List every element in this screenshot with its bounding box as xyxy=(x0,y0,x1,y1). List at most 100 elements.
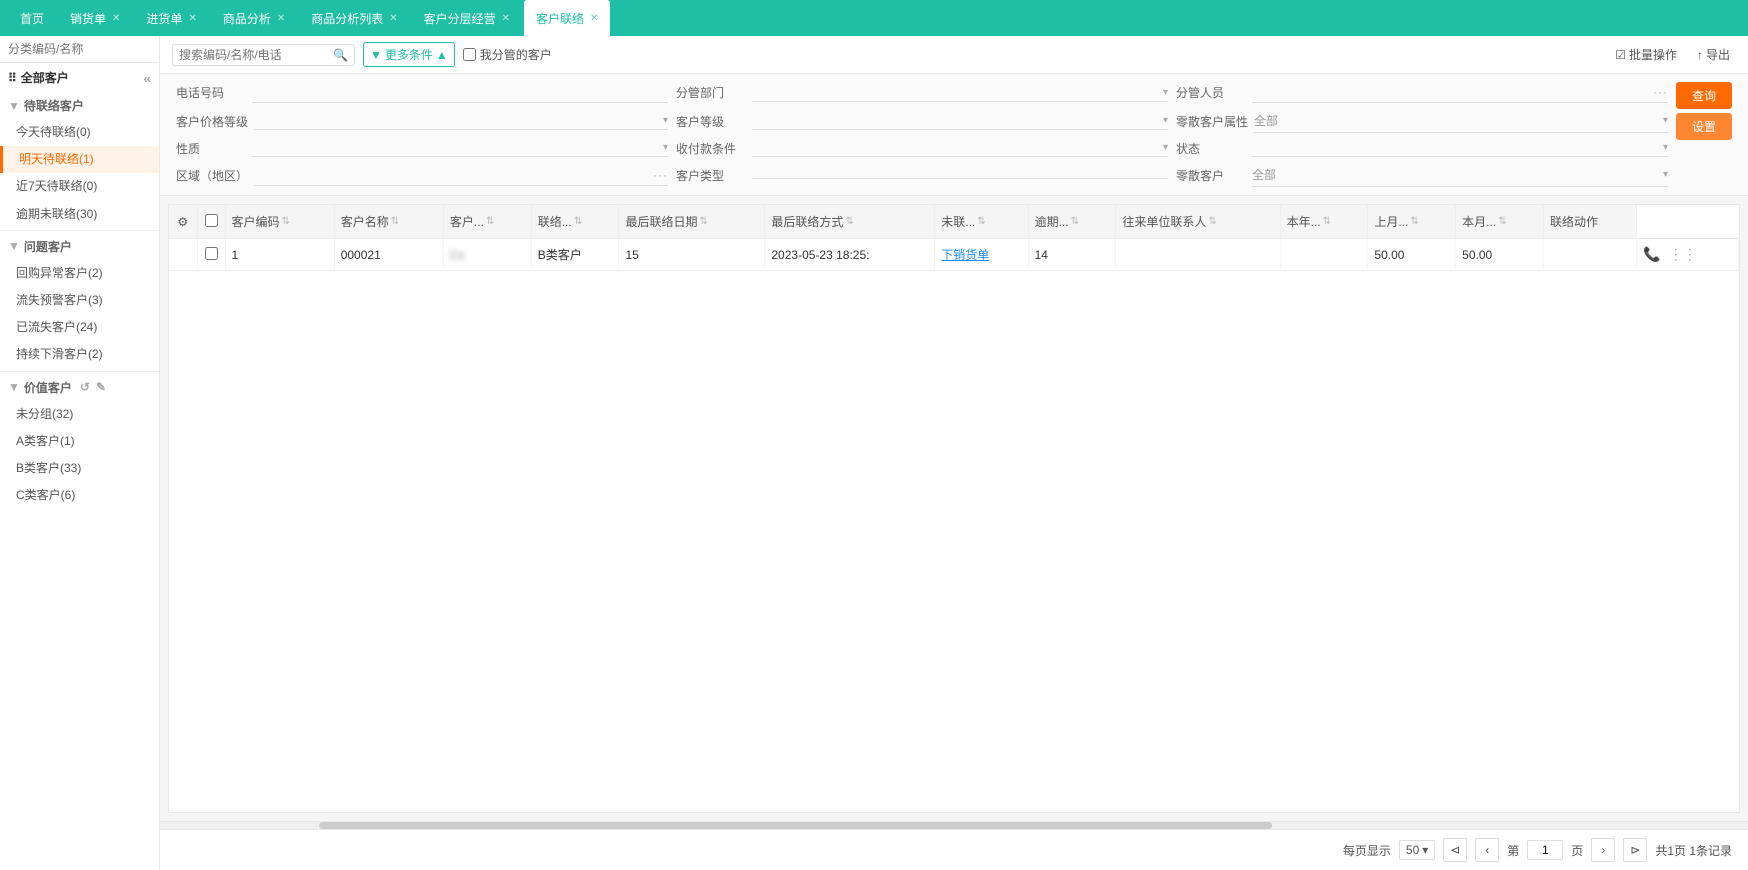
my-customers-checkbox[interactable] xyxy=(463,48,476,61)
refresh-icon[interactable]: ↺ xyxy=(80,380,90,394)
sidebar-item-repurchase-abnormal[interactable]: 回购异常客户(2) xyxy=(0,260,159,287)
nav-home[interactable]: 首页 xyxy=(8,0,56,36)
sidebar-item-a-class[interactable]: A类客户(1) xyxy=(0,428,159,455)
sidebar-item-overdue[interactable]: 逾期未联络(30) xyxy=(0,201,159,228)
customer-level-chevron-icon: ▾ xyxy=(1163,115,1168,126)
price-level-select[interactable]: ▾ xyxy=(254,112,668,130)
th-name: 客户名称 ⇅ xyxy=(334,205,443,239)
person-select[interactable]: ··· xyxy=(1252,82,1668,103)
nav-purchase[interactable]: 进货单 ✕ xyxy=(134,0,208,36)
retail-customer-label: 零散客户 xyxy=(1176,167,1246,184)
tomorrow-pending-label: 明天待联络(1) xyxy=(19,152,94,166)
filter-phone: 电话号码 xyxy=(176,82,668,103)
phone-input[interactable] xyxy=(252,82,668,103)
ungrouped-label: 未分组(32) xyxy=(16,407,73,421)
sidebar-item-churn-warning[interactable]: 流失预警客户(3) xyxy=(0,287,159,314)
th-settings[interactable]: ⚙ xyxy=(169,205,197,239)
problem-arrow-icon: ▼ xyxy=(8,239,20,253)
sort-this-month[interactable]: 本月... ⇅ xyxy=(1462,213,1537,230)
select-all-checkbox[interactable] xyxy=(205,214,218,227)
search-icon[interactable]: 🔍 xyxy=(333,48,348,62)
edit-icon[interactable]: ✎ xyxy=(96,380,106,394)
nature-select[interactable]: ▾ xyxy=(252,139,668,157)
row-last-contact-method[interactable]: 下销货单 xyxy=(941,248,989,262)
customer-type-select[interactable] xyxy=(752,172,1168,179)
value-section-label: 价值客户 xyxy=(24,379,72,396)
query-button[interactable]: 查询 xyxy=(1676,82,1732,109)
sidebar-item-ungrouped[interactable]: 未分组(32) xyxy=(0,401,159,428)
reset-button[interactable]: 设置 xyxy=(1676,113,1732,140)
region-select[interactable]: ··· xyxy=(254,165,668,186)
sidebar-item-7days[interactable]: 近7天待联络(0) xyxy=(0,173,159,200)
churn-warning-label: 流失预警客户(3) xyxy=(16,293,103,307)
sort-overdue[interactable]: 逾期... ⇅ xyxy=(1035,213,1110,230)
next-page-btn[interactable]: › xyxy=(1591,838,1615,862)
row-this-year: 50.00 xyxy=(1374,248,1404,262)
dept-select[interactable]: ▾ xyxy=(752,84,1168,102)
th-contact-label: 联络... xyxy=(538,213,572,230)
retail-customer-select[interactable]: 全部 ▾ xyxy=(1252,163,1668,187)
last-page-btn[interactable]: ⊳ xyxy=(1623,838,1647,862)
nav-product-analysis-list[interactable]: 商品分析列表 ✕ xyxy=(299,0,409,36)
th-no-contact-label: 未联... xyxy=(941,213,975,230)
person-dots-icon: ··· xyxy=(1653,85,1668,99)
payment-select[interactable]: ▾ xyxy=(752,139,1168,157)
phone-action-icon[interactable]: 📞 xyxy=(1643,246,1660,263)
nav-product-analysis-close[interactable]: ✕ xyxy=(277,13,285,24)
nav-customer-contact[interactable]: 客户联络 ✕ xyxy=(524,0,610,36)
sidebar-item-c-class[interactable]: C类客户(6) xyxy=(0,482,159,509)
status-select[interactable]: ▾ xyxy=(1252,139,1668,157)
nav-purchase-close[interactable]: ✕ xyxy=(188,13,196,24)
sidebar-item-today[interactable]: 今天待联络(0) xyxy=(0,119,159,146)
sidebar-item-b-class[interactable]: B类客户(33) xyxy=(0,455,159,482)
menu-action-icon[interactable]: ⋮⋮ xyxy=(1669,246,1697,263)
nav-customer-contact-close[interactable]: ✕ xyxy=(590,13,598,24)
sort-last-month[interactable]: 上月... ⇅ xyxy=(1374,213,1449,230)
nav-sales[interactable]: 销货单 ✕ xyxy=(58,0,132,36)
horizontal-scrollbar[interactable] xyxy=(160,821,1748,829)
nav-product-analysis[interactable]: 商品分析 ✕ xyxy=(211,0,297,36)
per-page-select[interactable]: 50 ▾ xyxy=(1399,840,1435,860)
retail-customer-chevron-icon: ▾ xyxy=(1663,169,1668,180)
row-last-contact-date: 2023-05-23 18:25: xyxy=(771,248,869,262)
nav-product-analysis-list-close[interactable]: ✕ xyxy=(389,13,397,24)
sort-unit-contact[interactable]: 往来单位联系人 ⇅ xyxy=(1122,213,1273,230)
divider-2 xyxy=(0,371,159,372)
th-code: 客户编码 ⇅ xyxy=(225,205,334,239)
page-input[interactable] xyxy=(1527,840,1563,860)
sort-this-year[interactable]: 本年... ⇅ xyxy=(1287,213,1362,230)
nav-customer-tier-close[interactable]: ✕ xyxy=(502,13,510,24)
customer-level-select[interactable]: ▾ xyxy=(752,112,1168,130)
nav-customer-tier[interactable]: 客户分层经营 ✕ xyxy=(412,0,522,36)
sort-code[interactable]: 客户编码 ⇅ xyxy=(232,213,328,230)
batch-operation-btn[interactable]: ☑ 批量操作 xyxy=(1609,43,1683,66)
sort-no-contact[interactable]: 未联... ⇅ xyxy=(941,213,1021,230)
th-check[interactable] xyxy=(197,205,225,239)
customer-table: ⚙ 客户编码 ⇅ 客户名称 ⇅ xyxy=(169,205,1739,271)
nav-sales-close[interactable]: ✕ xyxy=(112,13,120,24)
sidebar-search-input[interactable] xyxy=(8,42,160,56)
pending-section-header: ▼ 待联络客户 xyxy=(0,92,159,119)
pending-arrow-icon: ▼ xyxy=(8,99,20,113)
row-name: Ea xyxy=(450,248,465,262)
prev-page-btn[interactable]: ‹ xyxy=(1475,838,1499,862)
retail-attr-select[interactable]: 全部 ▾ xyxy=(1254,109,1668,133)
sort-last-contact-date[interactable]: 最后联络日期 ⇅ xyxy=(625,213,758,230)
search-input[interactable] xyxy=(179,48,329,62)
sidebar-item-churned[interactable]: 已流失客户(24) xyxy=(0,314,159,341)
th-contact: 联络... ⇅ xyxy=(531,205,619,239)
collapse-icon[interactable]: « xyxy=(143,70,151,86)
sidebar-item-declining[interactable]: 持续下滑客户(2) xyxy=(0,341,159,368)
first-page-btn[interactable]: ⊲ xyxy=(1443,838,1467,862)
sort-type[interactable]: 客户... ⇅ xyxy=(450,213,525,230)
more-conditions-btn[interactable]: ▼ 更多条件 ▲ xyxy=(363,42,455,67)
sort-last-contact-method[interactable]: 最后联络方式 ⇅ xyxy=(771,213,928,230)
sort-name[interactable]: 客户名称 ⇅ xyxy=(341,213,437,230)
sidebar-all-customers[interactable]: ⠿ 全部客户 « xyxy=(0,63,159,92)
td-check[interactable] xyxy=(197,239,225,271)
sidebar-item-tomorrow[interactable]: 明天待联络(1) xyxy=(0,146,159,173)
export-btn[interactable]: ↑ 导出 xyxy=(1691,43,1736,66)
sort-contact[interactable]: 联络... ⇅ xyxy=(538,213,613,230)
row-checkbox[interactable] xyxy=(205,247,218,260)
nav-customer-tier-label: 客户分层经营 xyxy=(424,10,496,27)
